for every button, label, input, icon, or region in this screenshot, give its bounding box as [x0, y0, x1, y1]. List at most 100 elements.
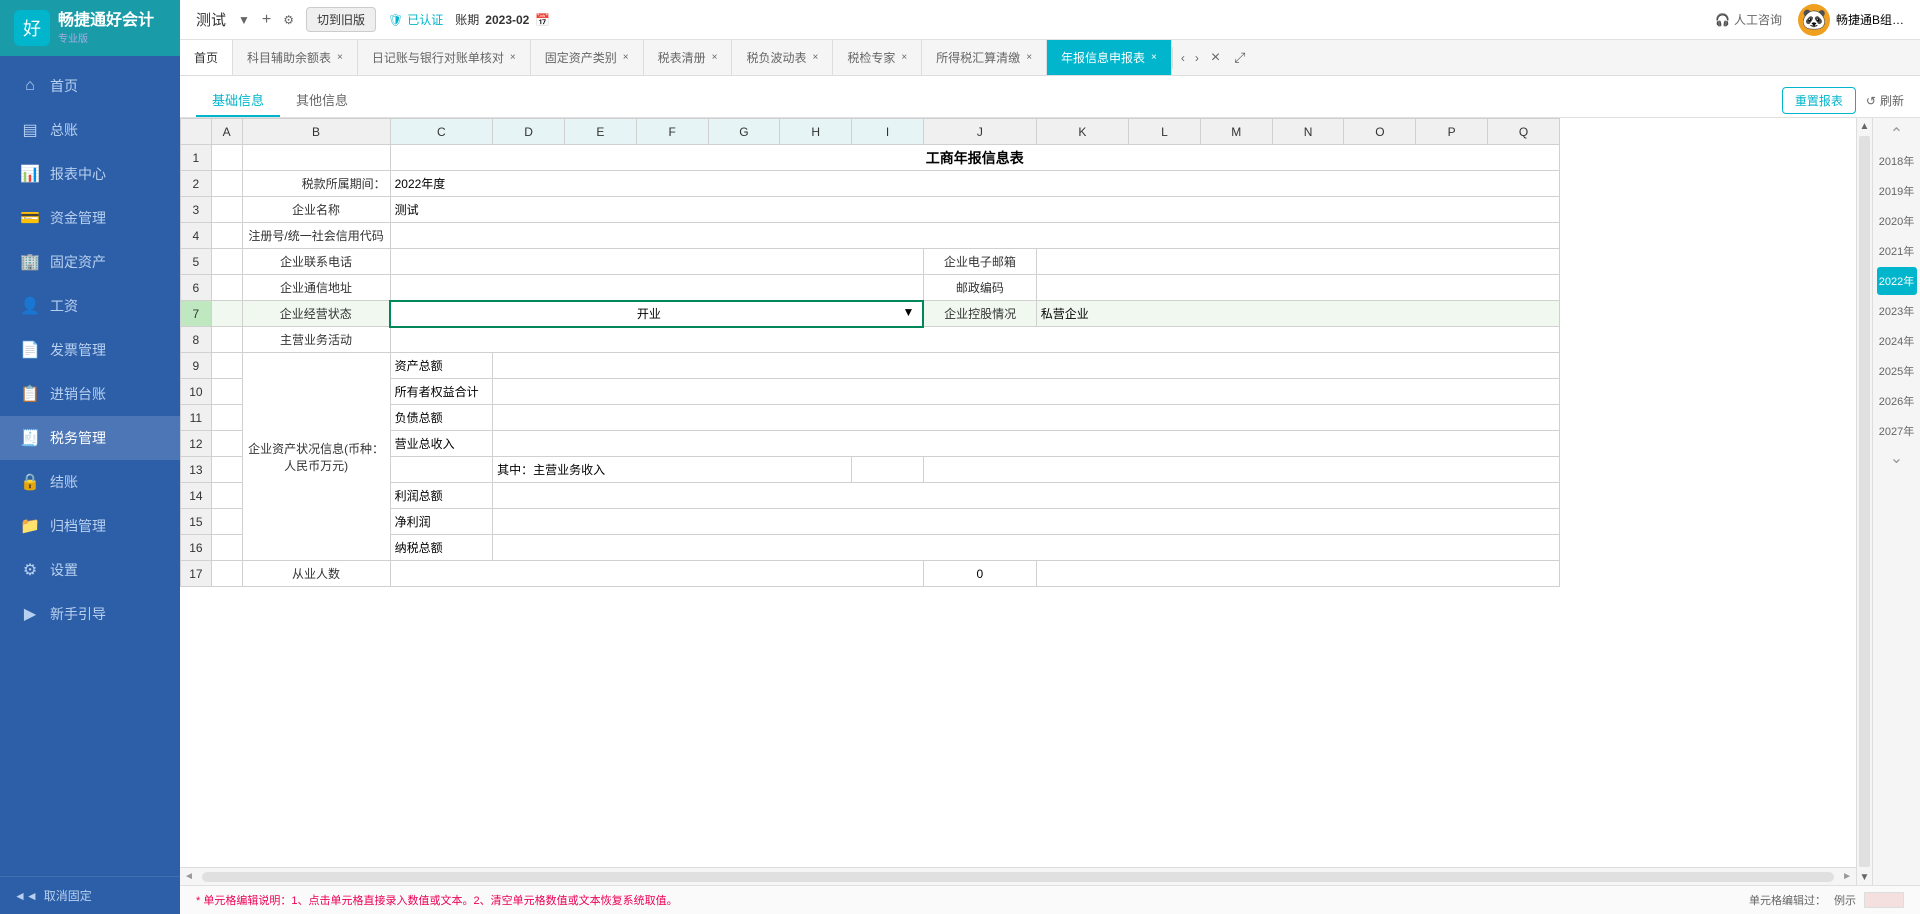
cell-2c[interactable]: 2022年度: [390, 171, 1559, 197]
cell-13j[interactable]: [923, 457, 1559, 483]
tab-close-icon[interactable]: ×: [901, 52, 907, 63]
tab-tax-table[interactable]: 税表清册 ×: [644, 40, 733, 76]
vertical-scrollbar[interactable]: ▲ ▼: [1856, 118, 1872, 885]
cell-16d[interactable]: [493, 535, 1560, 561]
col-header-e[interactable]: E: [564, 119, 636, 145]
tab-annual-report[interactable]: 年报信息申报表 ×: [1047, 40, 1172, 76]
cell-9b-asset[interactable]: 企业资产状况信息(币种：人民币万元): [242, 353, 390, 561]
cell-5a[interactable]: [211, 249, 242, 275]
cell-3c[interactable]: 测试: [390, 197, 1559, 223]
tab-fixed-asset-type[interactable]: 固定资产类别 ×: [531, 40, 644, 76]
col-header-p[interactable]: P: [1416, 119, 1488, 145]
h-scroll-thumb[interactable]: [202, 872, 1834, 882]
tab-home[interactable]: 首页: [180, 40, 233, 76]
cell-12c[interactable]: 营业总收入: [390, 431, 493, 457]
cell-4a[interactable]: [211, 223, 242, 249]
scroll-up-btn[interactable]: ▲: [1857, 118, 1872, 134]
scroll-left-btn[interactable]: ◄: [180, 871, 198, 882]
cell-1b[interactable]: [242, 145, 390, 171]
cell-6b[interactable]: 企业通信地址: [242, 275, 390, 301]
tab-close-all-button[interactable]: ×: [1205, 47, 1226, 69]
tab-expand-button[interactable]: ⤢: [1228, 47, 1251, 68]
col-header-n[interactable]: N: [1272, 119, 1344, 145]
year-2023[interactable]: 2023年: [1877, 297, 1917, 325]
sidebar-item-invoices[interactable]: 📄 发票管理: [0, 328, 180, 372]
dropdown-arrow[interactable]: ▼: [238, 13, 250, 27]
cell-7b[interactable]: 企业经营状态: [242, 301, 390, 327]
sidebar-item-guide[interactable]: ▶ 新手引导: [0, 592, 180, 636]
col-header-f[interactable]: F: [636, 119, 708, 145]
cell-7k[interactable]: 私营企业: [1036, 301, 1559, 327]
tab-close-icon[interactable]: ×: [812, 52, 818, 63]
cell-6c[interactable]: [390, 275, 923, 301]
col-header-b[interactable]: B: [242, 119, 390, 145]
year-2019[interactable]: 2019年: [1877, 177, 1917, 205]
old-version-button[interactable]: 切到旧版: [306, 7, 376, 32]
tab-prev-button[interactable]: ‹: [1177, 49, 1189, 67]
cell-17a[interactable]: [211, 561, 242, 587]
year-2018[interactable]: 2018年: [1877, 147, 1917, 175]
calendar-icon[interactable]: 📅: [535, 13, 550, 27]
cell-6k[interactable]: [1036, 275, 1559, 301]
year-2026[interactable]: 2026年: [1877, 387, 1917, 415]
sidebar-collapse-btn[interactable]: ◄◄ 取消固定: [0, 876, 180, 914]
cell-14c[interactable]: 利润总额: [390, 483, 493, 509]
col-header-k[interactable]: K: [1036, 119, 1128, 145]
tab-next-button[interactable]: ›: [1191, 49, 1203, 67]
sidebar-item-purchase-sales[interactable]: 📋 进销台账: [0, 372, 180, 416]
cell-17j[interactable]: 0: [923, 561, 1036, 587]
year-2024[interactable]: 2024年: [1877, 327, 1917, 355]
scroll-down-btn[interactable]: ▼: [1857, 869, 1872, 885]
tab-bank-reconcile[interactable]: 日记账与银行对账单核对 ×: [358, 40, 531, 76]
settings-button[interactable]: ⚙: [283, 13, 294, 27]
col-header-d[interactable]: D: [493, 119, 565, 145]
year-2027[interactable]: 2027年: [1877, 417, 1917, 445]
cell-16a[interactable]: [211, 535, 242, 561]
year-2025[interactable]: 2025年: [1877, 357, 1917, 385]
cell-3a[interactable]: [211, 197, 242, 223]
cell-17k[interactable]: [1036, 561, 1559, 587]
spreadsheet-container[interactable]: A B C D E F G H I J: [180, 118, 1856, 867]
sidebar-item-settings[interactable]: ⚙ 设置: [0, 548, 180, 592]
col-header-m[interactable]: M: [1200, 119, 1272, 145]
sidebar-item-home[interactable]: ⌂ 首页: [0, 64, 180, 108]
year-2020[interactable]: 2020年: [1877, 207, 1917, 235]
year-nav-up-btn[interactable]: ⌃: [1888, 122, 1905, 146]
col-header-l[interactable]: L: [1129, 119, 1201, 145]
cell-7a[interactable]: [211, 301, 242, 327]
col-header-j[interactable]: J: [923, 119, 1036, 145]
tab-close-icon[interactable]: ×: [623, 52, 629, 63]
cell-13d[interactable]: 其中：主营业务收入: [493, 457, 852, 483]
cell-13a[interactable]: [211, 457, 242, 483]
cell-7j[interactable]: 企业控股情况: [923, 301, 1036, 327]
col-header-i[interactable]: I: [852, 119, 924, 145]
cell-13i[interactable]: [852, 457, 924, 483]
col-header-h[interactable]: H: [780, 119, 852, 145]
cell-7c-dropdown[interactable]: 开业 ▼: [390, 301, 923, 327]
sidebar-item-payroll[interactable]: 👤 工资: [0, 284, 180, 328]
cell-17c[interactable]: [390, 561, 923, 587]
add-tab-button[interactable]: +: [262, 11, 271, 29]
horizontal-scrollbar[interactable]: ◄ ►: [180, 867, 1856, 885]
tab-income-tax[interactable]: 所得税汇算清缴 ×: [922, 40, 1047, 76]
cell-6j[interactable]: 邮政编码: [923, 275, 1036, 301]
cell-5k[interactable]: [1036, 249, 1559, 275]
sidebar-item-ledger[interactable]: ▤ 总账: [0, 108, 180, 152]
sidebar-item-funds[interactable]: 💳 资金管理: [0, 196, 180, 240]
col-header-g[interactable]: G: [708, 119, 780, 145]
cell-5j[interactable]: 企业电子邮箱: [923, 249, 1036, 275]
tab-auxiliary-balance[interactable]: 科目辅助余额表 ×: [233, 40, 358, 76]
cell-9a[interactable]: [211, 353, 242, 379]
cell-10d[interactable]: [493, 379, 1560, 405]
cell-5b[interactable]: 企业联系电话: [242, 249, 390, 275]
cell-11a[interactable]: [211, 405, 242, 431]
tab-tax-expert[interactable]: 税检专家 ×: [833, 40, 922, 76]
cell-17b[interactable]: 从业人数: [242, 561, 390, 587]
cell-9d[interactable]: [493, 353, 1560, 379]
tab-basic-info[interactable]: 基础信息: [196, 84, 280, 117]
cell-11d[interactable]: [493, 405, 1560, 431]
cell-8b[interactable]: 主营业务活动: [242, 327, 390, 353]
cell-8c[interactable]: [390, 327, 1559, 353]
cell-10c[interactable]: 所有者权益合计: [390, 379, 493, 405]
col-header-a[interactable]: A: [211, 119, 242, 145]
